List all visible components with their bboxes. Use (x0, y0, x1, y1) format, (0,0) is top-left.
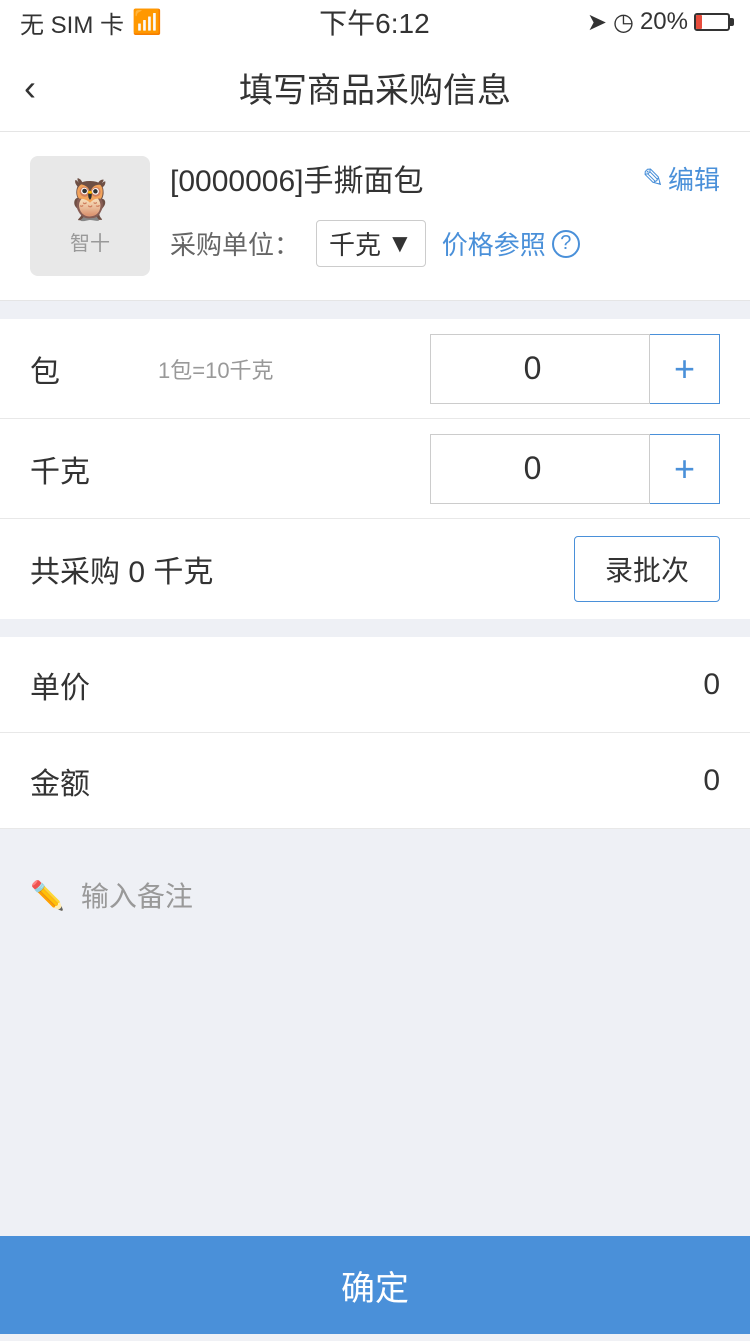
main-content: 🦉 智十 [0000006]手撕面包 ✎ 编辑 采购单位： 千克 ▼ 价格参照 … (0, 132, 750, 1341)
price-section: 单价 0 金额 0 (0, 637, 750, 829)
product-image-logo: 智十 (70, 227, 110, 256)
unit-label: 采购单位： (170, 225, 300, 262)
back-button[interactable]: ‹ (24, 67, 36, 109)
kg-input-right: + (430, 434, 720, 504)
location-icon: ➤ (587, 8, 607, 37)
kg-input-row: 千克 + (0, 419, 750, 519)
amount-row: 金额 0 (0, 733, 750, 829)
note-section[interactable]: ✏️ 输入备注 (0, 847, 750, 943)
purchase-unit-row: 采购单位： 千克 ▼ 价格参照 ? (170, 220, 720, 267)
amount-label: 金额 (30, 759, 90, 803)
total-amount: 0 (128, 556, 145, 589)
input-section: 包 1包=10千克 + 千克 + 共采购 0 千克 录批次 (0, 319, 750, 619)
product-card: 🦉 智十 [0000006]手撕面包 ✎ 编辑 采购单位： 千克 ▼ 价格参照 … (0, 132, 750, 301)
kg-input[interactable] (430, 434, 650, 504)
unit-price-row: 单价 0 (0, 637, 750, 733)
price-ref-question-icon: ? (552, 230, 580, 258)
bao-label: 包 (30, 347, 150, 391)
no-sim-text: 无 SIM 卡 (20, 5, 124, 40)
kg-plus-button[interactable]: + (650, 434, 720, 504)
alarm-icon: ◷ (613, 8, 634, 37)
total-row: 共采购 0 千克 录批次 (0, 519, 750, 619)
batch-button[interactable]: 录批次 (574, 536, 720, 602)
battery-fill (696, 15, 702, 29)
header: ‹ 填写商品采购信息 (0, 44, 750, 132)
product-info: [0000006]手撕面包 ✎ 编辑 采购单位： 千克 ▼ 价格参照 ? (170, 156, 720, 267)
total-unit: 千克 (153, 556, 213, 589)
unit-select[interactable]: 千克 ▼ (316, 220, 426, 267)
total-text: 共采购 0 千克 (30, 547, 213, 591)
section-divider-3 (0, 829, 750, 847)
edit-label: 编辑 (668, 160, 720, 197)
page-title: 填写商品采购信息 (239, 63, 511, 112)
pencil-icon: ✏️ (30, 879, 65, 912)
kg-label: 千克 (30, 447, 150, 491)
status-bar: 无 SIM 卡 📶 下午6:12 ➤ ◷ 20% (0, 0, 750, 44)
unit-chevron-icon: ▼ (387, 228, 413, 259)
content-spacer (0, 943, 750, 1243)
wifi-icon: 📶 (132, 8, 162, 37)
product-name-row: [0000006]手撕面包 ✎ 编辑 (170, 156, 720, 200)
bao-plus-button[interactable]: + (650, 334, 720, 404)
unit-value: 千克 (329, 225, 381, 262)
unit-price-label: 单价 (30, 663, 90, 707)
unit-price-value: 0 (703, 668, 720, 702)
bao-input-right: + (430, 334, 720, 404)
battery-icon (694, 13, 730, 31)
amount-value: 0 (703, 764, 720, 798)
price-reference-button[interactable]: 价格参照 ? (442, 225, 580, 262)
confirm-button[interactable]: 确定 (0, 1236, 750, 1334)
product-image: 🦉 智十 (30, 156, 150, 276)
total-label: 共采购 (30, 556, 120, 589)
edit-button[interactable]: ✎ 编辑 (642, 160, 720, 197)
note-placeholder: 输入备注 (81, 875, 193, 915)
bao-input-row: 包 1包=10千克 + (0, 319, 750, 419)
edit-icon: ✎ (642, 163, 664, 194)
status-right: ➤ ◷ 20% (587, 8, 730, 37)
section-divider-1 (0, 301, 750, 319)
product-name: [0000006]手撕面包 (170, 156, 423, 200)
bao-sublabel: 1包=10千克 (158, 353, 274, 385)
battery-percent: 20% (640, 8, 688, 36)
status-left: 无 SIM 卡 📶 (20, 5, 162, 40)
price-ref-label: 价格参照 (442, 225, 546, 262)
product-image-owl-icon: 🦉 (65, 176, 115, 223)
status-time: 下午6:12 (319, 2, 430, 42)
bao-input[interactable] (430, 334, 650, 404)
section-divider-2 (0, 619, 750, 637)
